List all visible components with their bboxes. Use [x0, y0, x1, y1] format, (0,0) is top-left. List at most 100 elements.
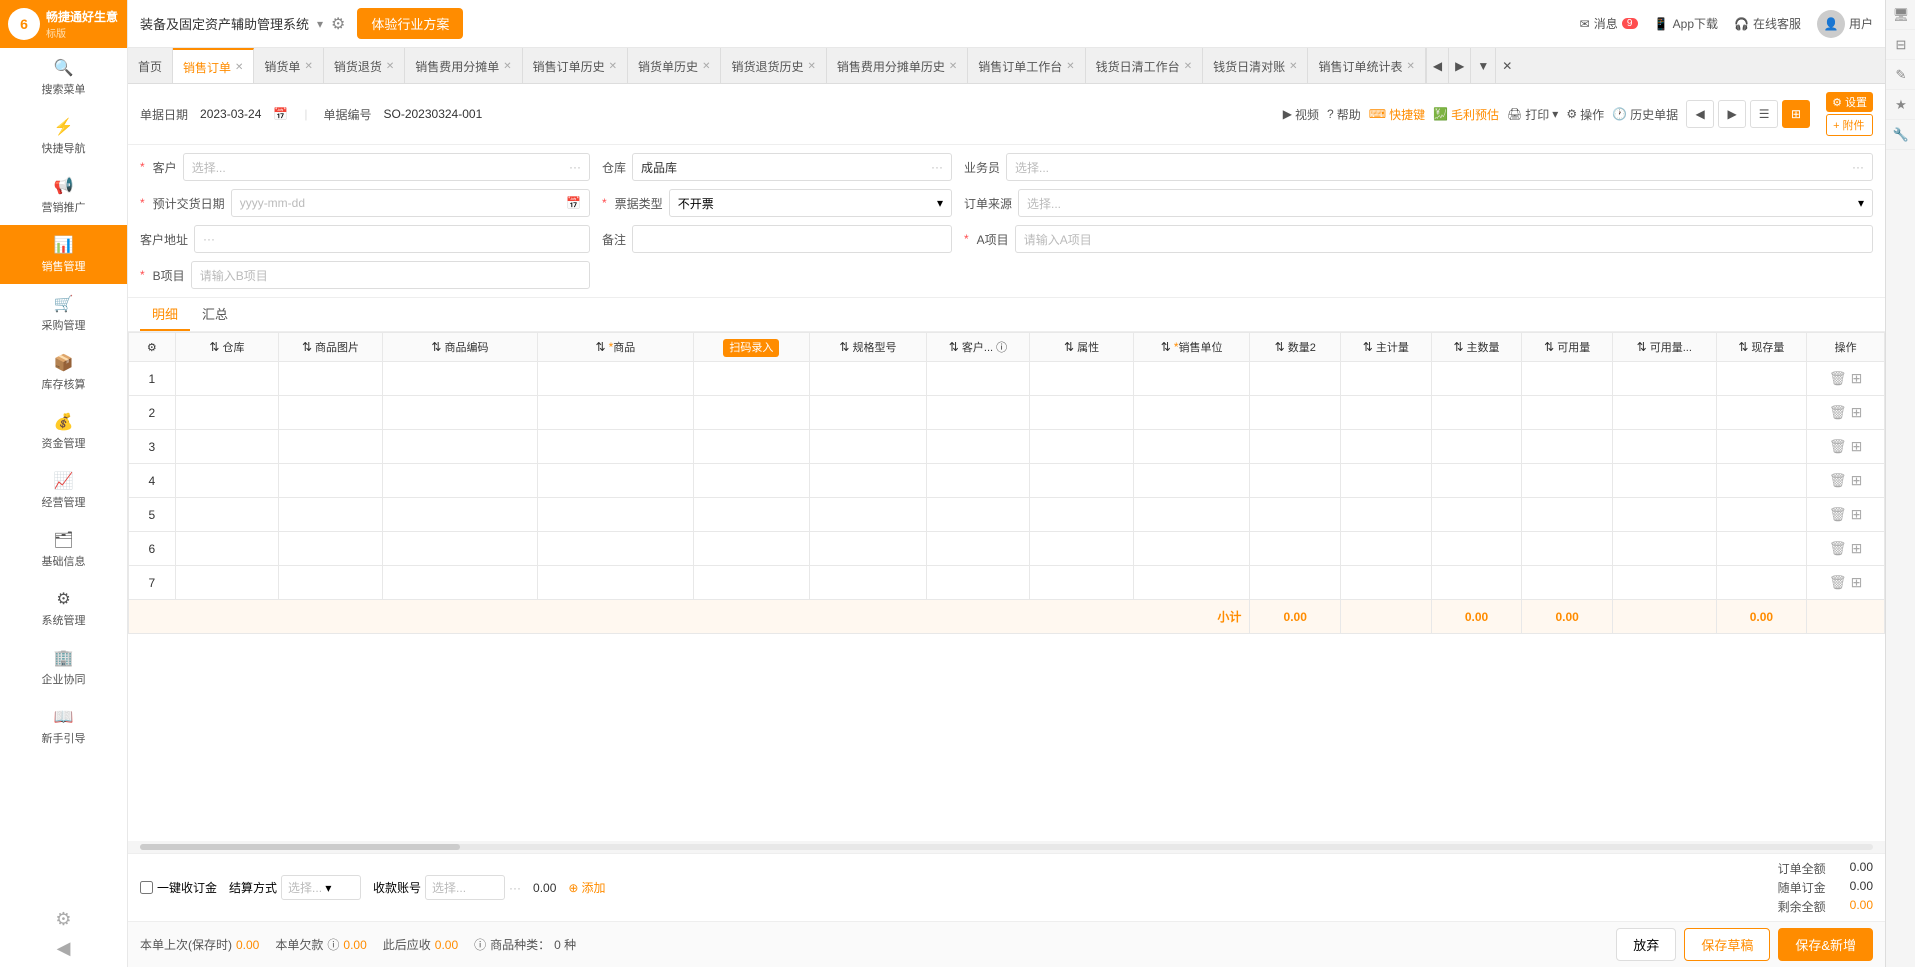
- tab-sales-invoice[interactable]: 销货单 ✕: [254, 48, 323, 84]
- tab-order-history-close[interactable]: ✕: [609, 61, 617, 72]
- sub-tab-detail[interactable]: 明细: [140, 298, 190, 331]
- list-view-btn[interactable]: ☰: [1750, 100, 1778, 128]
- prev-record-btn[interactable]: ◀: [1686, 100, 1714, 128]
- row-1-qty2[interactable]: [1250, 362, 1341, 396]
- th-attr[interactable]: ⇅ 属性: [1030, 333, 1134, 362]
- row-6-delete[interactable]: 🗑: [1829, 540, 1847, 557]
- row-1-delete[interactable]: 🗑: [1829, 370, 1847, 387]
- tab-invoice-history[interactable]: 销货单历史 ✕: [628, 48, 721, 84]
- sidebar-item-system[interactable]: ⚙ 系统管理: [0, 579, 127, 638]
- th-main-qty[interactable]: ⇅ 主数量: [1431, 333, 1522, 362]
- tab-cash-workbench-close[interactable]: ✕: [1184, 61, 1192, 72]
- tab-nav-more[interactable]: ▼: [1470, 48, 1495, 83]
- collapse-icon[interactable]: ◀: [57, 938, 71, 959]
- customer-input[interactable]: 选择... ···: [183, 153, 590, 181]
- one-click-checkbox[interactable]: [140, 881, 153, 894]
- row-1-spec[interactable]: [810, 362, 927, 396]
- scroll-thumb[interactable]: [140, 844, 460, 850]
- table-container[interactable]: ⚙ ⇅ 仓库 ⇅ 商品图片 ⇅ 商品编码 ⇅ *商品 扫码录入 ⇅ 规格型号 ⇅…: [128, 332, 1885, 841]
- row-7-copy[interactable]: ⊞: [1851, 574, 1863, 591]
- sidebar-item-ops[interactable]: 📈 经营管理: [0, 461, 127, 520]
- sidebar-item-quicknav[interactable]: ⚡ 快捷导航: [0, 107, 127, 166]
- row-5-delete[interactable]: 🗑: [1829, 506, 1847, 523]
- row-1-copy[interactable]: ⊞: [1851, 370, 1863, 387]
- action-print[interactable]: 🖨打印▾: [1507, 106, 1558, 123]
- action-ops[interactable]: ⚙操作: [1566, 106, 1604, 123]
- action-history[interactable]: 🕐历史单据: [1612, 106, 1678, 123]
- th-unit[interactable]: ⇅ *销售单位: [1133, 333, 1250, 362]
- tab-expense-history[interactable]: 销售费用分摊单历史 ✕: [827, 48, 968, 84]
- row-3-delete[interactable]: 🗑: [1829, 438, 1847, 455]
- right-sidebar-icon-3[interactable]: ✎: [1886, 60, 1915, 90]
- sidebar-item-search[interactable]: 🔍 搜索菜单: [0, 48, 127, 107]
- sidebar-item-sales[interactable]: 📊 销售管理: [0, 225, 127, 284]
- invoice-select[interactable]: 不开票 ▾: [669, 189, 952, 217]
- scroll-track[interactable]: [140, 844, 1873, 850]
- action-video[interactable]: ▶视频: [1283, 106, 1319, 123]
- row-1-customer[interactable]: [926, 362, 1030, 396]
- sidebar-item-guide[interactable]: 📖 新手引导: [0, 697, 127, 756]
- right-sidebar-icon-1[interactable]: 🖥: [1886, 0, 1915, 30]
- delivery-input[interactable]: yyyy-mm-dd 📅: [231, 189, 590, 217]
- tab-expense-history-close[interactable]: ✕: [949, 61, 957, 72]
- th-warehouse[interactable]: ⇅ 仓库: [175, 333, 279, 362]
- row-1-sku[interactable]: [382, 362, 537, 396]
- row-2-delete[interactable]: 🗑: [1829, 404, 1847, 421]
- th-main-unit[interactable]: ⇅ 主计量: [1341, 333, 1432, 362]
- tab-order-workbench[interactable]: 销售订单工作台 ✕: [968, 48, 1085, 84]
- tab-return-history[interactable]: 销货退货历史 ✕: [721, 48, 826, 84]
- row-3-copy[interactable]: ⊞: [1851, 438, 1863, 455]
- tab-order-history[interactable]: 销售订单历史 ✕: [523, 48, 628, 84]
- discard-btn[interactable]: 放弃: [1616, 928, 1676, 961]
- row-1-warehouse[interactable]: [175, 362, 279, 396]
- row-1-unit[interactable]: [1133, 362, 1250, 396]
- tab-close-all[interactable]: ✕: [1495, 48, 1518, 83]
- tab-sales-invoice-close[interactable]: ✕: [304, 61, 312, 72]
- th-qty2[interactable]: ⇅ 数量2: [1250, 333, 1341, 362]
- th-product[interactable]: ⇅ *商品: [538, 333, 693, 362]
- tab-return-history-close[interactable]: ✕: [807, 61, 815, 72]
- tab-sales-expense-close[interactable]: ✕: [503, 61, 511, 72]
- sidebar-item-base[interactable]: 🗂 基础信息: [0, 520, 127, 579]
- tab-sales-return[interactable]: 销货退货 ✕: [324, 48, 405, 84]
- save-draft-btn[interactable]: 保存草稿: [1684, 928, 1770, 961]
- row-1-available2[interactable]: [1612, 362, 1716, 396]
- tab-order-workbench-close[interactable]: ✕: [1066, 61, 1074, 72]
- row-1-attr[interactable]: [1030, 362, 1134, 396]
- tab-nav-prev[interactable]: ◀: [1426, 48, 1448, 83]
- grid-view-btn[interactable]: ⊞: [1782, 100, 1810, 128]
- tab-nav-next[interactable]: ▶: [1448, 48, 1470, 83]
- app-download-group[interactable]: 📱 App下载: [1654, 15, 1718, 32]
- action-shortcut[interactable]: ⌨快捷键: [1369, 106, 1425, 123]
- sidebar-item-marketing[interactable]: 📢 营销推广: [0, 166, 127, 225]
- next-record-btn[interactable]: ▶: [1718, 100, 1746, 128]
- row-6-copy[interactable]: ⊞: [1851, 540, 1863, 557]
- sub-tab-summary[interactable]: 汇总: [190, 298, 240, 331]
- trial-btn[interactable]: 体验行业方案: [357, 8, 463, 39]
- address-input[interactable]: ···: [194, 225, 590, 253]
- row-1-main-unit[interactable]: [1341, 362, 1432, 396]
- th-settings[interactable]: ⚙: [129, 333, 176, 362]
- th-available2[interactable]: ⇅ 可用量...: [1612, 333, 1716, 362]
- horizontal-scrollbar[interactable]: [128, 841, 1885, 853]
- online-service-group[interactable]: 🎧 在线客服: [1734, 15, 1801, 32]
- calendar-icon[interactable]: 📅: [273, 107, 288, 121]
- action-help[interactable]: ?帮助: [1327, 106, 1361, 123]
- payment-select[interactable]: 选择... ▾: [281, 875, 361, 900]
- th-spec[interactable]: ⇅ 规格型号: [810, 333, 927, 362]
- row-5-copy[interactable]: ⊞: [1851, 506, 1863, 523]
- user-group[interactable]: 👤 用户: [1817, 10, 1873, 38]
- row-7-delete[interactable]: 🗑: [1829, 574, 1847, 591]
- topbar-dropdown-arrow[interactable]: ▾: [317, 17, 323, 31]
- add-attachment-btn[interactable]: + 附件: [1826, 114, 1873, 136]
- remark-input[interactable]: [632, 225, 952, 253]
- add-btn[interactable]: ⊕ 添加: [568, 879, 605, 896]
- sidebar-item-enterprise[interactable]: 🏢 企业协同: [0, 638, 127, 697]
- row-1-main-qty[interactable]: [1431, 362, 1522, 396]
- tab-sales-report-close[interactable]: ✕: [1407, 61, 1415, 72]
- tab-cash-reconcile-close[interactable]: ✕: [1289, 61, 1297, 72]
- settings-bottom-icon[interactable]: ⚙: [55, 909, 71, 930]
- settings-panel-btn[interactable]: ⚙ 设置: [1826, 92, 1873, 112]
- tab-sales-order-close[interactable]: ✕: [235, 62, 243, 73]
- th-customer[interactable]: ⇅ 客户... ⓘ: [926, 333, 1030, 362]
